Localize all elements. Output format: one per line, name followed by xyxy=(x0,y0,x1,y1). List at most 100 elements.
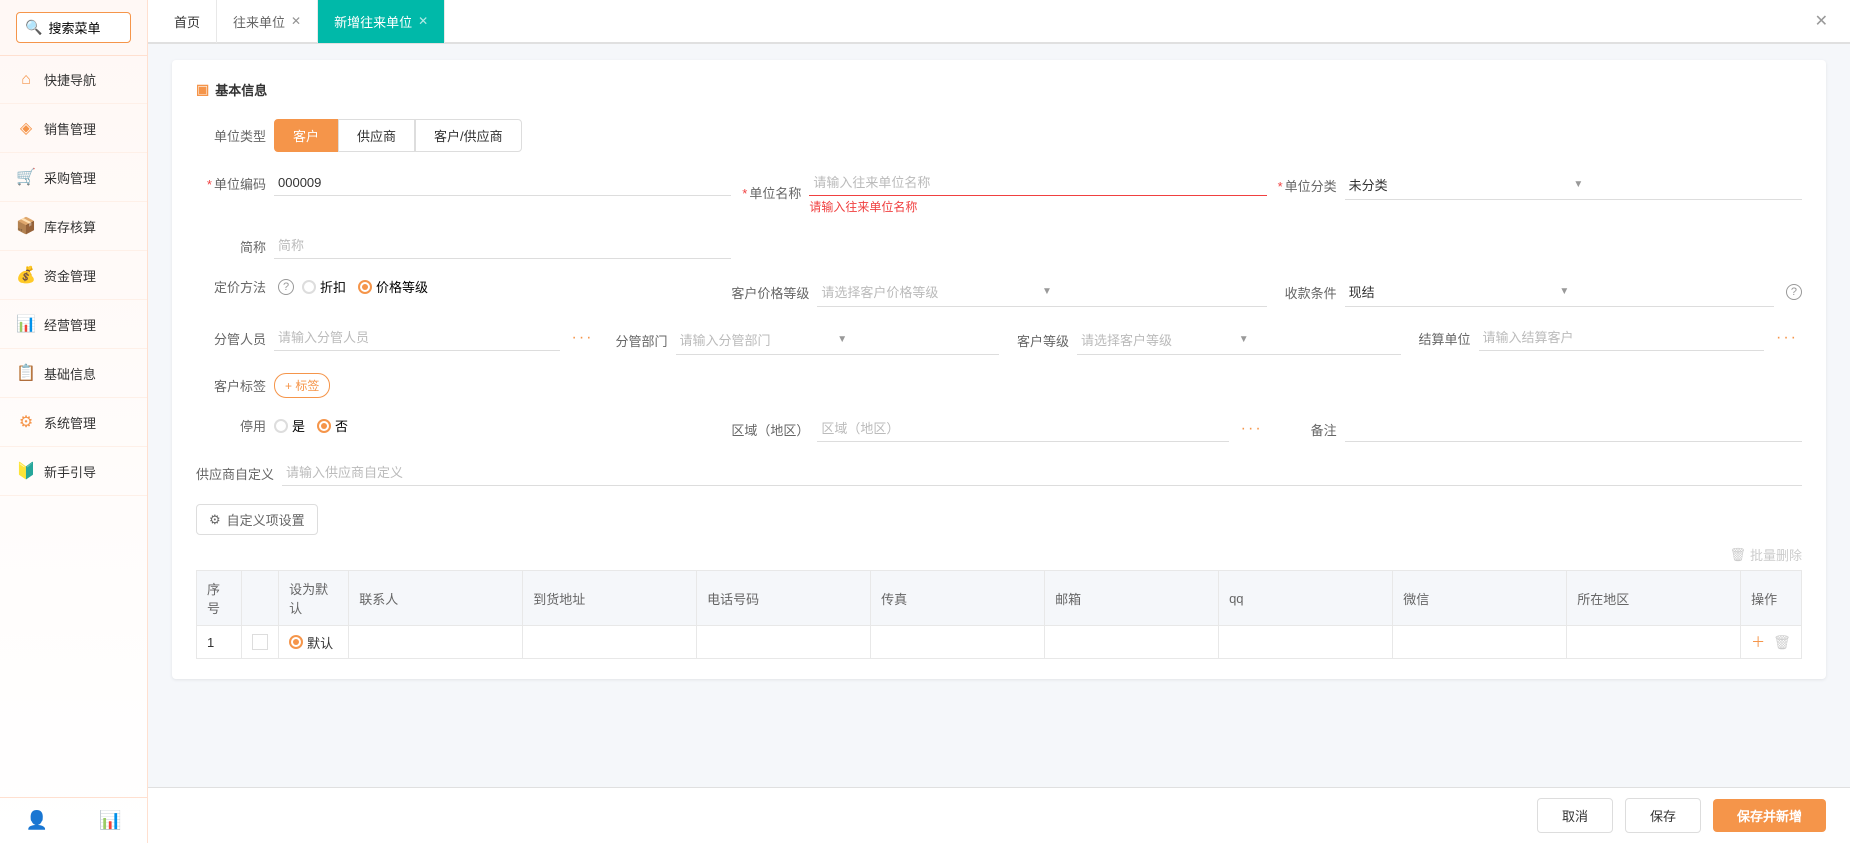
fax-input[interactable] xyxy=(881,635,1034,650)
sidebar-item-basic-info[interactable]: 📋 基础信息 xyxy=(0,349,147,398)
settlement-unit-group: 结算单位 ··· xyxy=(1401,325,1803,351)
pricing-method-group: 定价方法 ? 折扣 价格等级 xyxy=(196,277,731,296)
manager-more-btn[interactable]: ··· xyxy=(568,329,598,347)
add-tag-button[interactable]: + 标签 xyxy=(274,373,330,398)
col-qq: qq xyxy=(1219,571,1393,626)
global-close-button[interactable]: ✕ xyxy=(1807,11,1836,31)
unit-name-input[interactable] xyxy=(809,170,1266,196)
disabled-no-radio[interactable]: 否 xyxy=(317,416,348,435)
payment-hint-icon[interactable]: ? xyxy=(1786,284,1802,300)
tab-partners-close[interactable]: ✕ xyxy=(291,14,301,28)
unit-category-value: 未分类 xyxy=(1349,175,1574,194)
tab-home[interactable]: 首页 xyxy=(158,0,217,43)
payment-terms-group: 收款条件 现结 ▼ ? xyxy=(1267,277,1802,307)
purchase-icon: 🛒 xyxy=(16,167,36,187)
add-row-button[interactable]: ＋ xyxy=(1751,632,1765,652)
save-and-new-button[interactable]: 保存并新增 xyxy=(1713,799,1826,832)
sidebar-item-label: 销售管理 xyxy=(44,119,96,138)
col-fax: 传真 xyxy=(871,571,1045,626)
cell-area[interactable] xyxy=(1567,626,1741,659)
form-row-supplier-custom: 供应商自定义 xyxy=(196,460,1802,486)
cancel-button[interactable]: 取消 xyxy=(1537,798,1613,833)
default-radio-item[interactable]: 默认 xyxy=(289,633,338,652)
delete-icon: 🗑 xyxy=(1729,547,1746,563)
cell-contact[interactable] xyxy=(349,626,523,659)
no-label: 否 xyxy=(335,416,348,435)
disabled-yes-radio[interactable]: 是 xyxy=(274,416,305,435)
unit-name-label: 单位名称 xyxy=(731,183,801,202)
delete-row-button[interactable]: 🗑 xyxy=(1773,634,1791,651)
pricing-discount-radio[interactable]: 折扣 xyxy=(302,277,346,296)
supplier-custom-group: 供应商自定义 xyxy=(196,460,1802,486)
sidebar-item-system[interactable]: ⚙ 系统管理 xyxy=(0,398,147,447)
form-row-manager: 分管人员 ··· 分管部门 请输入分管部门 ▼ 客户等级 请选择客户等级 ▼ xyxy=(196,325,1802,355)
tab-new-partner-label: 新增往来单位 xyxy=(334,12,412,31)
contact-input[interactable] xyxy=(359,635,512,650)
row-actions: ＋ 🗑 xyxy=(1751,632,1791,652)
save-button[interactable]: 保存 xyxy=(1625,798,1701,833)
row-checkbox[interactable] xyxy=(252,634,268,650)
pricing-hint-icon[interactable]: ? xyxy=(278,279,294,295)
unit-category-group: 单位分类 未分类 ▼ xyxy=(1267,170,1802,200)
cell-phone[interactable] xyxy=(697,626,871,659)
customer-level-select[interactable]: 请选择客户等级 ▼ xyxy=(1077,325,1401,355)
sidebar-stats-btn[interactable]: 📊 xyxy=(74,798,148,843)
payment-terms-select[interactable]: 现结 ▼ xyxy=(1345,277,1774,307)
cell-qq[interactable] xyxy=(1219,626,1393,659)
cell-checkbox[interactable] xyxy=(242,626,279,659)
manager-input[interactable] xyxy=(274,325,560,351)
sidebar-item-inventory[interactable]: 📦 库存核算 xyxy=(0,202,147,251)
batch-delete-label: 批量删除 xyxy=(1750,545,1802,564)
unit-category-select[interactable]: 未分类 ▼ xyxy=(1345,170,1802,200)
department-placeholder: 请输入分管部门 xyxy=(680,330,838,349)
supplier-custom-input[interactable] xyxy=(282,460,1802,486)
settlement-more-btn[interactable]: ··· xyxy=(1772,329,1802,347)
unit-type-customer[interactable]: 客户 xyxy=(274,119,338,152)
sidebar-item-purchase[interactable]: 🛒 采购管理 xyxy=(0,153,147,202)
sidebar-user-btn[interactable]: 👤 xyxy=(0,798,74,843)
customer-price-level-select[interactable]: 请选择客户价格等级 ▼ xyxy=(817,277,1266,307)
unit-type-both[interactable]: 客户/供应商 xyxy=(415,119,522,152)
short-name-input[interactable] xyxy=(274,233,731,259)
qq-input[interactable] xyxy=(1229,635,1382,650)
sidebar-item-operations[interactable]: 📊 经营管理 xyxy=(0,300,147,349)
sidebar-item-sales[interactable]: ◈ 销售管理 xyxy=(0,104,147,153)
supplier-custom-label: 供应商自定义 xyxy=(196,464,274,483)
pricing-level-radio[interactable]: 价格等级 xyxy=(358,277,428,296)
form-row-disabled: 停用 是 否 区域（地区） ··· xyxy=(196,416,1802,442)
address-input[interactable] xyxy=(533,635,686,650)
email-input[interactable] xyxy=(1055,635,1208,650)
custom-settings-button[interactable]: ⚙ 自定义项设置 xyxy=(196,504,318,535)
cell-email[interactable] xyxy=(1045,626,1219,659)
cell-address[interactable] xyxy=(523,626,697,659)
sidebar-item-finance[interactable]: 💰 资金管理 xyxy=(0,251,147,300)
phone-input[interactable] xyxy=(707,635,860,650)
settlement-unit-input[interactable] xyxy=(1479,325,1765,351)
remarks-input[interactable] xyxy=(1345,416,1802,442)
tab-new-partner-close[interactable]: ✕ xyxy=(418,14,428,28)
sidebar-item-quick-nav[interactable]: ⌂ 快捷导航 xyxy=(0,56,147,104)
unit-code-group: 单位编码 xyxy=(196,170,731,196)
tab-partners[interactable]: 往来单位 ✕ xyxy=(217,0,318,43)
cell-actions: ＋ 🗑 xyxy=(1741,626,1802,659)
unit-code-input[interactable] xyxy=(274,170,731,196)
cell-wechat[interactable] xyxy=(1393,626,1567,659)
chevron-down-icon: ▼ xyxy=(1573,179,1798,190)
cell-fax[interactable] xyxy=(871,626,1045,659)
customer-price-level-placeholder: 请选择客户价格等级 xyxy=(821,282,1042,301)
region-input[interactable] xyxy=(817,416,1228,442)
search-menu-button[interactable]: 🔍 搜索菜单 xyxy=(16,12,131,43)
cell-seq: 1 xyxy=(197,626,242,659)
wechat-input[interactable] xyxy=(1403,635,1556,650)
payment-terms-value: 现结 xyxy=(1349,282,1560,301)
area-input[interactable] xyxy=(1577,635,1730,650)
sidebar-search-area[interactable]: 🔍 搜索菜单 xyxy=(0,0,147,56)
department-select[interactable]: 请输入分管部门 ▼ xyxy=(676,325,1000,355)
tab-new-partner[interactable]: 新增往来单位 ✕ xyxy=(318,0,445,43)
sidebar-item-guide[interactable]: 🔰 新手引导 xyxy=(0,447,147,496)
customer-price-level-label: 客户价格等级 xyxy=(731,283,809,302)
region-more-btn[interactable]: ··· xyxy=(1237,420,1267,438)
unit-type-supplier[interactable]: 供应商 xyxy=(338,119,415,152)
sidebar-item-label: 基础信息 xyxy=(44,364,96,383)
sidebar-item-label: 资金管理 xyxy=(44,266,96,285)
